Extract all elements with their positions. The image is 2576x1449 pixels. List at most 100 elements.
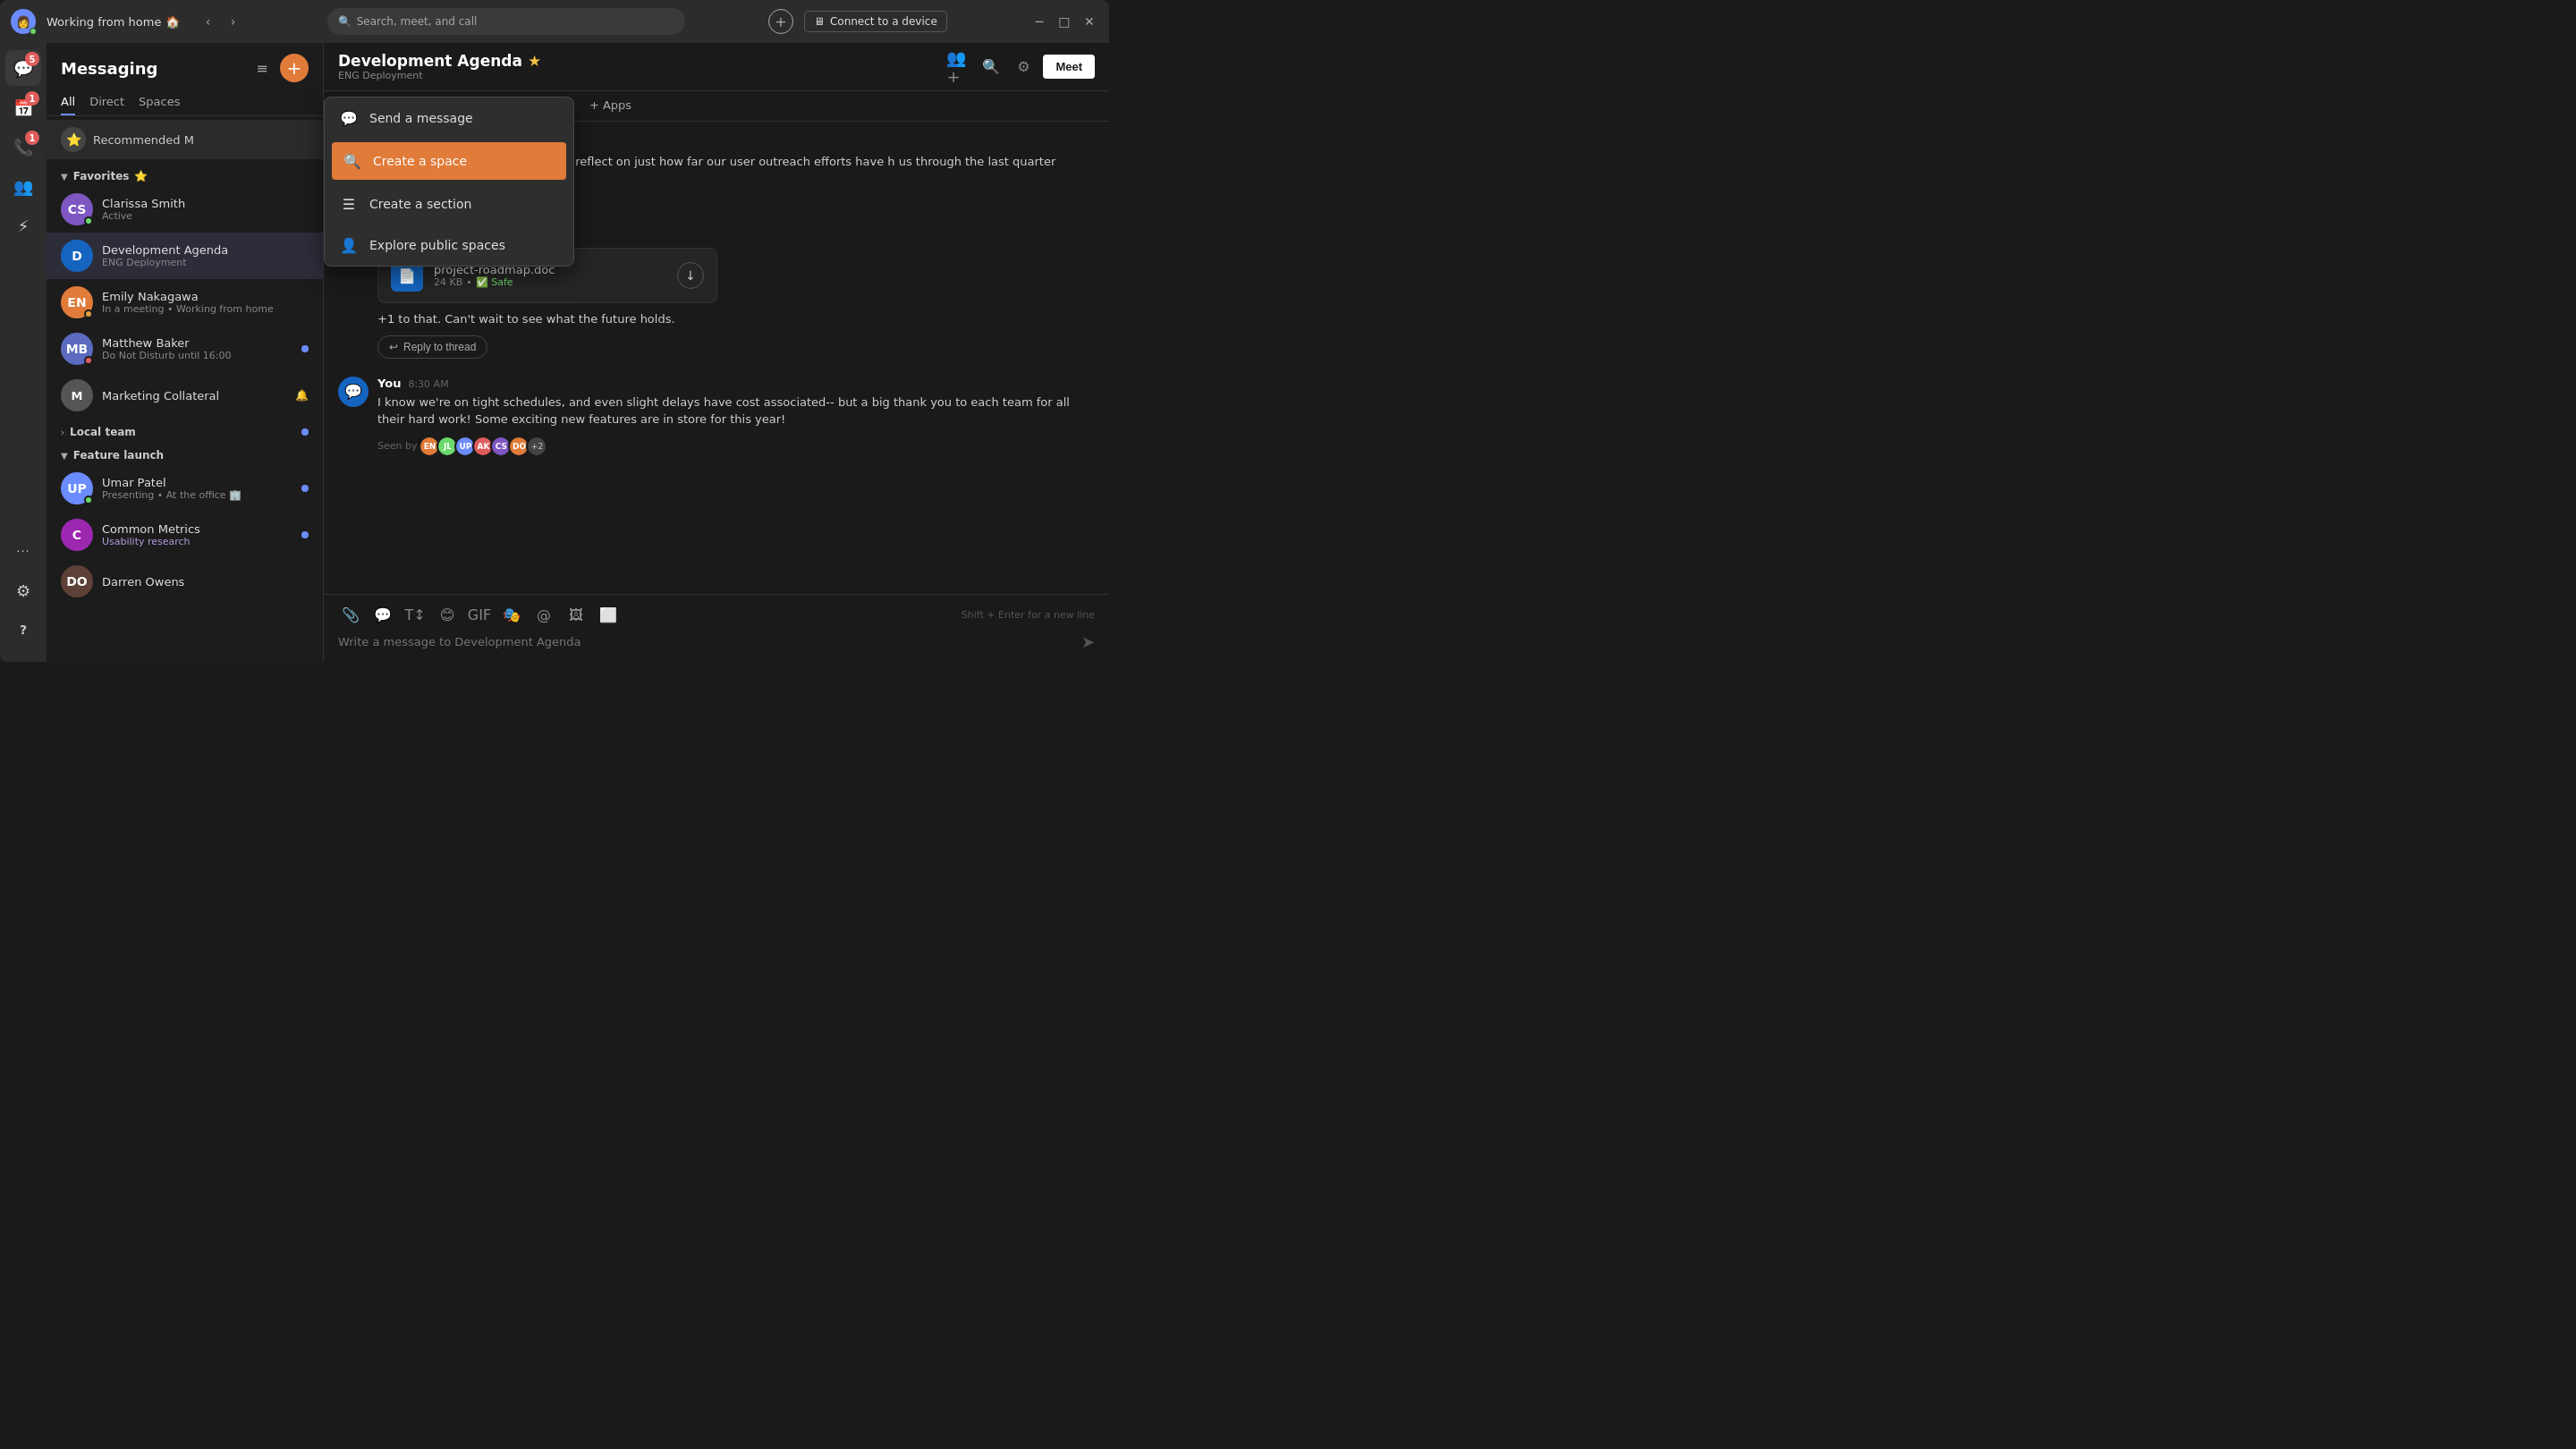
channel-star-icon[interactable]: ★ — [528, 52, 541, 70]
recommended-icon: ⭐ — [61, 127, 86, 152]
rail-item-calendar[interactable]: 📅 1 — [5, 89, 41, 125]
channel-header: Development Agenda ★ ENG Deployment 👥+ 🔍… — [324, 43, 1109, 91]
reactions-button[interactable]: 🎭 — [499, 602, 524, 627]
attach-button[interactable]: 📎 — [338, 602, 363, 627]
emily-status — [84, 309, 93, 318]
create-space-label: Create a space — [373, 154, 467, 168]
chat-item-marketing[interactable]: M Marketing Collateral 🔔 — [47, 372, 323, 419]
dev-agenda-info: Development Agenda ENG Deployment — [102, 243, 309, 268]
dropdown-create-section[interactable]: ☰ Create a section — [325, 183, 573, 225]
gif-button[interactable]: GIF — [467, 602, 492, 627]
create-space-icon: 🔍 — [343, 151, 362, 171]
common-metrics-sub: Usability research — [102, 536, 292, 547]
channel-title: Development Agenda ★ — [338, 52, 541, 70]
channel-title-area: Development Agenda ★ ENG Deployment — [338, 52, 541, 81]
marketing-info: Marketing Collateral — [102, 389, 286, 402]
matthew-sub: Do Not Disturb until 16:00 — [102, 350, 292, 361]
local-team-chevron: › — [61, 428, 64, 437]
chat-item-dev-agenda[interactable]: D Development Agenda ENG Deployment — [47, 233, 323, 279]
sidebar-list: ▼ Favorites ⭐ CS Clarissa Smith Active — [47, 159, 323, 662]
recommended-row[interactable]: ⭐ Recommended M — [47, 120, 323, 159]
search-channel-button[interactable]: 🔍 — [979, 55, 1004, 80]
user-online-dot — [30, 28, 37, 35]
tab-add-apps[interactable]: + Apps — [579, 91, 642, 121]
maximize-button[interactable]: □ — [1055, 13, 1073, 30]
app-window: 👩 Working from home 🏠 ‹ › 🔍 Search, meet… — [0, 0, 1109, 662]
rail-item-help[interactable]: ? — [5, 612, 41, 648]
send-message-label: Send a message — [369, 111, 473, 125]
common-metrics-avatar: C — [61, 519, 93, 551]
close-button[interactable]: ✕ — [1080, 13, 1098, 30]
local-team-section-header[interactable]: › Local team — [47, 419, 323, 442]
favorites-section-header[interactable]: ▼ Favorites ⭐ — [47, 163, 323, 186]
search-bar[interactable]: 🔍 Search, meet, and call — [327, 8, 685, 35]
clarissa-status — [84, 216, 93, 225]
recommended-text: Recommended M — [93, 133, 194, 147]
add-button[interactable]: + — [768, 9, 793, 34]
message-input-area: 📎 💬 T↕ 😊 GIF 🎭 @ 🖼 ⬜ Shift + Enter for a… — [324, 594, 1109, 662]
feature-launch-section-header[interactable]: ▼ Feature launch — [47, 442, 323, 465]
screen-share-button[interactable]: ⬜ — [596, 602, 621, 627]
rail-bottom: ⚙ ? — [5, 572, 41, 655]
marketing-name: Marketing Collateral — [102, 389, 286, 402]
nav-forward[interactable]: › — [223, 11, 244, 32]
create-section-label: Create a section — [369, 197, 471, 211]
chat-item-umar[interactable]: UP Umar Patel Presenting • At the office… — [47, 465, 323, 512]
sidebar-add-button[interactable]: + — [280, 54, 309, 82]
connect-device-button[interactable]: 🖥 Connect to a device — [804, 11, 947, 32]
meet-button[interactable]: Meet — [1043, 55, 1095, 79]
local-team-badge — [301, 428, 309, 436]
chat-item-clarissa[interactable]: CS Clarissa Smith Active — [47, 186, 323, 233]
sidebar-filter-button[interactable]: ≡ — [250, 55, 275, 80]
tab-spaces[interactable]: Spaces — [139, 89, 180, 115]
minimize-button[interactable]: ─ — [1030, 13, 1048, 30]
rail-item-calls[interactable]: 📞 1 — [5, 129, 41, 165]
sidebar-header: Messaging ≡ + — [47, 43, 323, 89]
channel-header-actions: 👥+ 🔍 ⚙ Meet — [946, 55, 1095, 80]
reply-thread-button[interactable]: ↩ Reply to thread — [377, 335, 487, 359]
rail-item-settings[interactable]: ⚙ — [5, 572, 41, 608]
download-button[interactable]: ↓ — [677, 262, 704, 289]
dropdown-explore-spaces[interactable]: 👤 Explore public spaces — [325, 225, 573, 266]
tab-all[interactable]: All — [61, 89, 75, 115]
activity-icon: ⚡ — [18, 216, 30, 235]
message-input[interactable] — [338, 635, 1074, 648]
dev-agenda-avatar: D — [61, 240, 93, 272]
chat-item-matthew[interactable]: MB Matthew Baker Do Not Disturb until 16… — [47, 326, 323, 372]
nav-back[interactable]: ‹ — [198, 11, 219, 32]
image-button[interactable]: 🖼 — [564, 602, 589, 627]
rail-item-people[interactable]: 👥 — [5, 168, 41, 204]
chat-item-darren[interactable]: DO Darren Owens — [47, 558, 323, 605]
settings-channel-button[interactable]: ⚙ — [1011, 55, 1036, 80]
mute-icon: 🔔 — [295, 389, 309, 402]
you-msg-time: 8:30 AM — [408, 378, 448, 390]
thread-button[interactable]: 💬 — [370, 602, 395, 627]
chat-item-common-metrics[interactable]: C Common Metrics Usability research — [47, 512, 323, 558]
text-format-button[interactable]: T↕ — [402, 602, 428, 627]
calls-badge: 1 — [25, 131, 39, 145]
dropdown-send-message[interactable]: 💬 Send a message — [325, 97, 573, 139]
tab-direct[interactable]: Direct — [89, 89, 124, 115]
matthew-status — [84, 356, 93, 365]
reply-icon: ↩ — [389, 341, 398, 353]
create-section-icon: ☰ — [339, 194, 359, 214]
chat-item-emily[interactable]: EN Emily Nakagawa In a meeting • Working… — [47, 279, 323, 326]
dropdown-create-space[interactable]: 🔍 Create a space — [332, 142, 566, 180]
channel-subtitle: ENG Deployment — [338, 70, 541, 81]
umar-avatar: UP — [61, 472, 93, 504]
mention-button[interactable]: @ — [531, 602, 556, 627]
monitor-icon: 🖥 — [814, 15, 825, 28]
emoji-button[interactable]: 😊 — [435, 602, 460, 627]
send-button[interactable]: ➤ — [1081, 632, 1095, 651]
chat-badge: 5 — [25, 52, 39, 66]
add-member-button[interactable]: 👥+ — [946, 55, 971, 80]
rail-item-chat[interactable]: 💬 5 — [5, 50, 41, 86]
reply-thread-label: Reply to thread — [403, 341, 476, 353]
emily-sub: In a meeting • Working from home — [102, 303, 309, 315]
seen-avatars: EN JL UP AK CS DO +2 — [422, 436, 547, 457]
rail-item-more[interactable]: ··· — [5, 533, 41, 569]
rail-item-activity[interactable]: ⚡ — [5, 208, 41, 243]
search-placeholder: Search, meet, and call — [357, 15, 478, 28]
message-you: 💬 You 8:30 AM I know we're on tight sche… — [338, 377, 1095, 457]
seen-label: Seen by — [377, 440, 417, 452]
